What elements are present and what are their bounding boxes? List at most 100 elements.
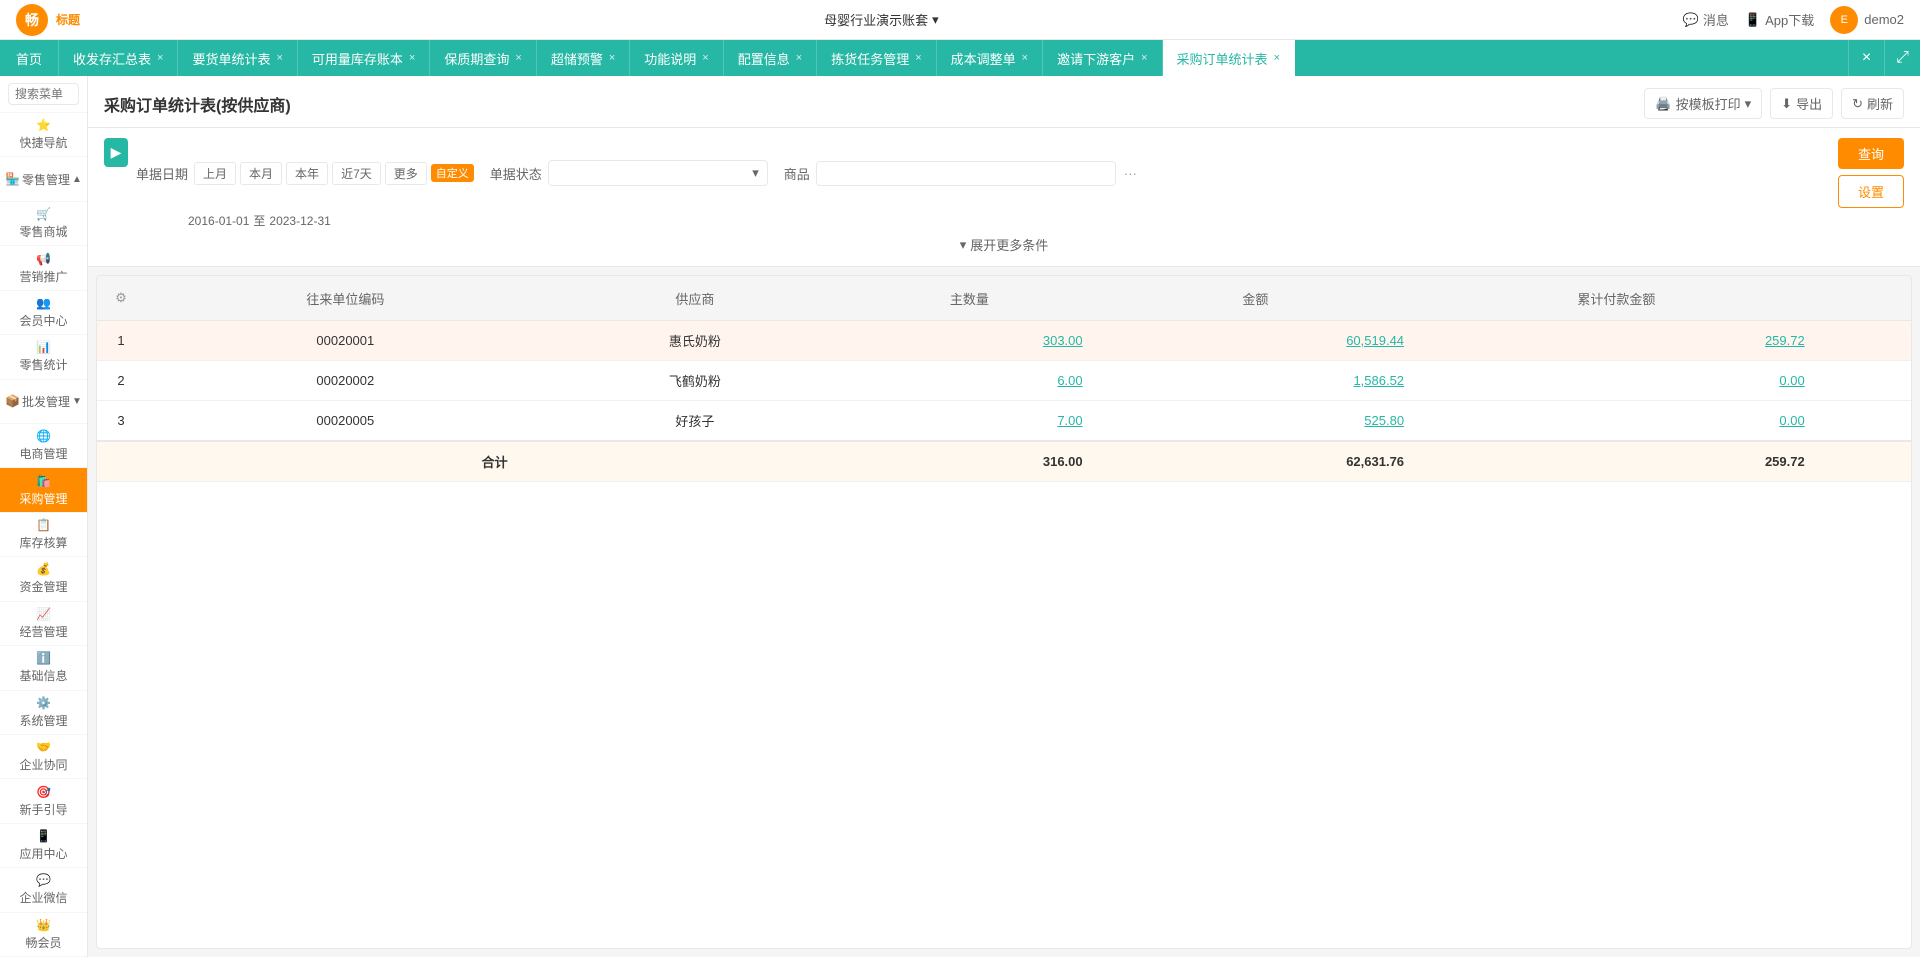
tab-pickup-task-close[interactable]: × — [915, 52, 921, 64]
footer-extra — [1817, 441, 1911, 482]
cell-amount[interactable]: 525.80 — [1095, 401, 1416, 442]
sidebar-item-app-center[interactable]: 📱 应用中心 — [0, 824, 87, 868]
logo-area: 畅 标题 — [16, 4, 80, 36]
sidebar-search-input[interactable] — [8, 83, 79, 105]
sidebar-item-sys-mgmt[interactable]: ⚙️ 系统管理 — [0, 691, 87, 735]
tab-config-info-close[interactable]: × — [796, 52, 802, 64]
cell-paid-amount[interactable]: 0.00 — [1416, 361, 1817, 401]
tab-pickup-task[interactable]: 拣货任务管理 × — [817, 40, 936, 76]
tab-expiry-query-close[interactable]: × — [515, 52, 521, 64]
table-footer: 合计 316.00 62,631.76 259.72 — [97, 441, 1911, 482]
tab-function-desc[interactable]: 功能说明 × — [630, 40, 723, 76]
tab-purchase-order-stats[interactable]: 采购订单统计表 × — [1163, 40, 1295, 76]
cell-amount[interactable]: 1,586.52 — [1095, 361, 1416, 401]
purchase-mgmt-label: 采购管理 — [19, 490, 67, 507]
sidebar-item-search[interactable] — [0, 76, 87, 113]
tab-purchase-order-stats-close[interactable]: × — [1274, 52, 1280, 64]
sidebar-item-enterprise-wechat[interactable]: 💬 企业微信 — [0, 868, 87, 912]
cell-paid-amount[interactable]: 259.72 — [1416, 321, 1817, 361]
sidebar-item-ecommerce[interactable]: 🌐 电商管理 — [0, 424, 87, 468]
tab-cost-adjust[interactable]: 成本调整单 × — [937, 40, 1043, 76]
wholesale-mgmt-icon: 📦 — [5, 394, 20, 408]
table-area: ⚙ 往来单位编码 供应商 主数量 金额 累计付款金额 1 00020001 惠氏… — [96, 275, 1912, 949]
th-check: ⚙ — [97, 276, 145, 321]
goods-more-btn[interactable]: ··· — [1124, 166, 1137, 181]
tab-home[interactable]: 首页 — [0, 40, 59, 76]
th-paid-amount: 累计付款金额 — [1416, 276, 1817, 321]
sidebar-item-retail-mgmt[interactable]: 🏪 零售管理 ▲ — [0, 157, 87, 201]
app-download-btn[interactable]: 📱 App下载 — [1745, 10, 1814, 29]
sidebar-item-marketing[interactable]: 📢 营销推广 — [0, 246, 87, 290]
workspace-arrow: ▾ — [932, 12, 939, 28]
tab-overstock[interactable]: 超储预警 × — [537, 40, 630, 76]
footer-row: 合计 316.00 62,631.76 259.72 — [97, 441, 1911, 482]
cell-paid-amount[interactable]: 0.00 — [1416, 401, 1817, 442]
sidebar-item-basic-info[interactable]: ℹ️ 基础信息 — [0, 646, 87, 690]
cell-amount[interactable]: 60,519.44 — [1095, 321, 1416, 361]
logo-icon: 畅 — [16, 4, 48, 36]
cell-main-qty[interactable]: 303.00 — [844, 321, 1094, 361]
date-btn-this-year[interactable]: 本年 — [286, 162, 328, 185]
query-btn[interactable]: 查询 — [1838, 138, 1904, 169]
sidebar-item-purchase-mgmt[interactable]: 🛍️ 采购管理 — [0, 468, 87, 512]
tab-purchase-stats[interactable]: 要货单统计表 × — [178, 40, 297, 76]
sidebar-item-retail-stats[interactable]: 📊 零售统计 — [0, 335, 87, 379]
tab-cost-adjust-close[interactable]: × — [1022, 52, 1028, 64]
sidebar-item-finance[interactable]: 💰 资金管理 — [0, 557, 87, 601]
tab-receive-send-close[interactable]: × — [157, 52, 163, 64]
message-btn[interactable]: 💬 消息 — [1683, 10, 1729, 29]
page-header: 采购订单统计表(按供应商) 🖨️ 按模板打印 ▾ ⬇ 导出 ↻ 刷新 — [88, 76, 1920, 128]
sidebar-item-new-guide[interactable]: 🎯 新手引导 — [0, 779, 87, 823]
user-profile[interactable]: E demo2 — [1830, 6, 1904, 34]
cell-main-qty[interactable]: 6.00 — [844, 361, 1094, 401]
refresh-btn[interactable]: ↻ 刷新 — [1841, 88, 1904, 119]
cell-seq: 3 — [97, 401, 145, 442]
date-btn-last-month[interactable]: 上月 — [194, 162, 236, 185]
expand-more-btn[interactable]: ▾ 展开更多条件 — [104, 229, 1904, 256]
wholesale-mgmt-label: 批发管理 — [22, 393, 70, 410]
status-select[interactable]: ▾ — [548, 160, 768, 186]
filter-date: 单据日期 上月 本月 本年 近7天 更多 自定义 — [136, 162, 474, 185]
export-btn[interactable]: ⬇ 导出 — [1770, 88, 1833, 119]
member-center-label: 会员中心 — [19, 312, 67, 329]
retail-mall-label: 零售商城 — [19, 223, 67, 240]
sidebar-item-inventory[interactable]: 📋 库存核算 — [0, 513, 87, 557]
date-btn-7days[interactable]: 近7天 — [332, 162, 381, 185]
tab-receive-send[interactable]: 收发存汇总表 × — [59, 40, 178, 76]
tab-cost-adjust-label: 成本调整单 — [951, 49, 1016, 68]
tab-purchase-stats-close[interactable]: × — [276, 52, 282, 64]
table-header-row: ⚙ 往来单位编码 供应商 主数量 金额 累计付款金额 — [97, 276, 1911, 321]
tab-available-inventory[interactable]: 可用量库存账本 × — [298, 40, 430, 76]
cell-supplier: 惠氏奶粉 — [546, 321, 845, 361]
sidebar-item-member-center[interactable]: 👥 会员中心 — [0, 291, 87, 335]
sidebar-item-vip-member[interactable]: 👑 畅会员 — [0, 913, 87, 957]
workspace-selector[interactable]: 母婴行业演示账套 ▾ — [824, 10, 939, 29]
sidebar-item-wholesale-mgmt[interactable]: 📦 批发管理 ▼ — [0, 380, 87, 424]
sidebar-item-ops-mgmt[interactable]: 📈 经营管理 — [0, 602, 87, 646]
tab-purchase-order-stats-label: 采购订单统计表 — [1177, 49, 1268, 68]
sidebar-item-retail-mall[interactable]: 🛒 零售商城 — [0, 202, 87, 246]
tab-invite-downstream-close[interactable]: × — [1141, 52, 1147, 64]
tab-function-desc-close[interactable]: × — [702, 52, 708, 64]
settings-btn[interactable]: 设置 — [1838, 175, 1904, 208]
app-icon: 📱 — [1745, 12, 1761, 28]
collapse-filter-btn[interactable]: ▶ — [104, 138, 128, 167]
tab-config-info[interactable]: 配置信息 × — [724, 40, 817, 76]
status-filter-label: 单据状态 — [490, 164, 542, 183]
footer-paid-amount: 259.72 — [1416, 441, 1817, 482]
tab-expiry-query[interactable]: 保质期查询 × — [430, 40, 536, 76]
date-btn-more[interactable]: 更多 — [385, 162, 427, 185]
cell-main-qty[interactable]: 7.00 — [844, 401, 1094, 442]
restore-tabs-btn[interactable]: ⤢ — [1884, 40, 1920, 76]
close-all-tabs-btn[interactable]: × — [1848, 40, 1884, 76]
sidebar-item-enterprise-coop[interactable]: 🤝 企业协同 — [0, 735, 87, 779]
vip-member-label: 畅会员 — [25, 934, 61, 951]
tab-overstock-close[interactable]: × — [609, 52, 615, 64]
column-settings-icon[interactable]: ⚙ — [109, 286, 133, 310]
sidebar-item-quick-nav[interactable]: ⭐ 快捷导航 — [0, 113, 87, 157]
print-btn[interactable]: 🖨️ 按模板打印 ▾ — [1644, 88, 1762, 119]
date-btn-this-month[interactable]: 本月 — [240, 162, 282, 185]
tab-available-inventory-close[interactable]: × — [409, 52, 415, 64]
tab-invite-downstream[interactable]: 邀请下游客户 × — [1043, 40, 1162, 76]
goods-input[interactable] — [816, 161, 1116, 186]
